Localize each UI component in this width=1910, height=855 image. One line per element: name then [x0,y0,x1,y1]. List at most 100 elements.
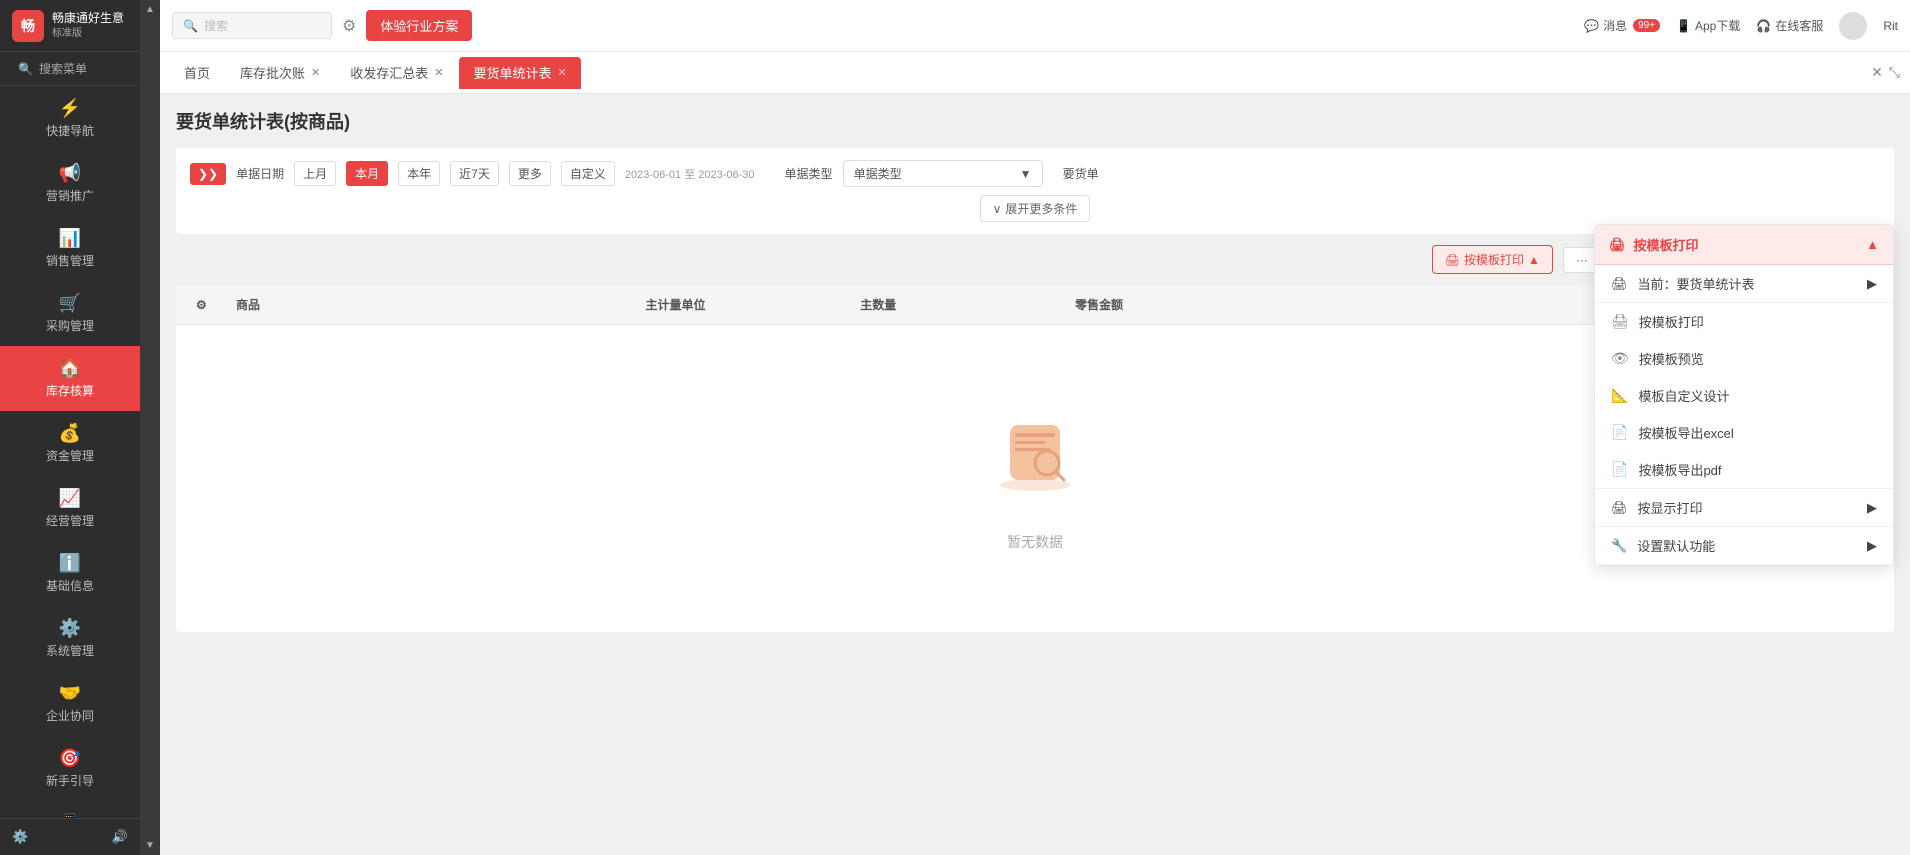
filter-row-1: ❯❯ 单据日期 上月 本月 本年 近7天 更多 自定义 2023-06-01 至… [190,160,1880,187]
dropdown-header: 🖨 按模板打印 ▲ [1595,225,1893,265]
tab-home[interactable]: 首页 [170,57,224,89]
dropdown-default-section: 🔧 设置默认功能 ▶ [1595,527,1893,565]
th-settings[interactable]: ⚙ [186,298,226,312]
dropdown-current-template[interactable]: 🖨 当前：要货单统计表 ▶ [1595,265,1893,302]
purchase-icon: 🛒 [59,293,81,314]
sidebar-item-sales[interactable]: 📊 销售管理 [0,216,140,281]
date-range: 2023-06-01 至 2023-06-30 [625,166,755,182]
tab-receipts-summary[interactable]: 收发存汇总表 ✕ [336,57,457,89]
guide-icon: 🎯 [59,748,81,769]
set-default-arrow: ▶ [1867,538,1877,554]
topbar-right: 💬 消息 99+ 📱 App下载 🎧 在线客服 Rit [1584,12,1898,40]
date-btn-current[interactable]: 本月 [346,161,388,186]
dropdown-item-template-excel[interactable]: 📄 按模板导出excel [1595,414,1893,451]
dropdown-item-template-print[interactable]: 🖨 按模板打印 [1595,303,1893,340]
template-custom-icon: 📐 [1611,387,1628,404]
dropdown-display-print[interactable]: 🖨 按显示打印 ▶ [1595,489,1893,526]
message-icon: 💬 [1584,19,1599,33]
no-data-illustration [985,405,1085,520]
sidebar-logo: 畅 畅康通好生意 标准版 [0,0,140,52]
sidebar-item-shortcut[interactable]: ⚡ 快捷导航 [0,86,140,151]
close-tab-receipts-summary[interactable]: ✕ [434,66,443,79]
tab-inventory-batch[interactable]: 库存批次账 ✕ [226,57,334,89]
sidebar-item-apps[interactable]: 📱 应用中心 [0,801,140,818]
sidebar-item-finance[interactable]: 💰 资金管理 [0,411,140,476]
service-icon: 🎧 [1756,19,1771,33]
dropdown-item-template-preview[interactable]: 👁 按模板预览 [1595,340,1893,377]
online-service-group[interactable]: 🎧 在线客服 [1756,17,1823,34]
close-window-btn[interactable]: ✕ [1871,64,1883,81]
date-btn-prev[interactable]: 上月 [294,161,336,186]
dropdown-item-template-pdf[interactable]: 📄 按模板导出pdf [1595,451,1893,488]
dropdown-display-section: 🖨 按显示打印 ▶ [1595,489,1893,527]
dropdown-items-section: 🖨 按模板打印 👁 按模板预览 📐 模板自定义设计 📄 按模板导出excel 📄 [1595,303,1893,489]
dropdown-set-default[interactable]: 🔧 设置默认功能 ▶ [1595,527,1893,564]
date-btn-week[interactable]: 近7天 [450,161,499,186]
shortcut-icon: ⚡ [59,98,81,119]
template-excel-icon: 📄 [1611,424,1628,441]
sidebar-item-purchase[interactable]: 🛒 采购管理 [0,281,140,346]
chevron-up-icon: ▲ [1528,253,1540,267]
template-preview-icon: 👁 [1611,350,1629,367]
avatar[interactable] [1839,12,1867,40]
filter-bar: ❯❯ 单据日期 上月 本月 本年 近7天 更多 自定义 2023-06-01 至… [176,148,1894,234]
dropdown-close-chevron[interactable]: ▲ [1866,237,1879,252]
print-dropdown: 🖨 按模板打印 ▲ 🖨 当前：要货单统计表 ▶ 🖨 [1594,224,1894,566]
finance-icon: 💰 [59,423,81,444]
scroll-up-arrow[interactable]: ▲ [145,4,155,15]
set-default-icon: 🔧 [1611,538,1627,554]
print-template-btn[interactable]: 🖨 按模板打印 ▲ [1432,245,1553,274]
content-area: 要货单统计表(按商品) ❯❯ 单据日期 上月 本月 本年 近7天 更多 自定义 … [160,94,1910,855]
app-icon: 📱 [1676,19,1691,33]
sidebar-item-operation[interactable]: 📈 经营管理 [0,476,140,541]
dropdown-print-icon: 🖨 [1609,237,1626,253]
sales-icon: 📊 [59,228,81,249]
close-tab-order-stats[interactable]: ✕ [558,66,567,79]
topbar-search-icon: 🔍 [183,19,198,33]
collapse-filter-btn[interactable]: ❯❯ [190,163,226,185]
dropdown-item-template-custom[interactable]: 📐 模板自定义设计 [1595,377,1893,414]
sound-icon[interactable]: 🔊 [112,829,128,845]
scroll-down-arrow[interactable]: ▼ [145,840,155,851]
settings-bottom-icon[interactable]: ⚙️ [12,829,28,845]
date-label: 单据日期 [236,165,284,182]
topbar-search[interactable]: 🔍 搜索 [172,12,332,39]
sidebar: 畅 畅康通好生意 标准版 🔍 搜索菜单 ⚡ 快捷导航 📢 营销推广 📊 销售管理… [0,0,140,855]
no-data-label: 暂无数据 [1007,532,1063,552]
date-btn-custom[interactable]: 自定义 [561,161,615,186]
tab-window-controls: ✕ ⤡ [1871,64,1900,81]
current-template-icon: 🖨 [1611,276,1628,292]
date-btn-year[interactable]: 本年 [398,161,440,186]
close-tab-inventory-batch[interactable]: ✕ [311,66,320,79]
topbar-gear-icon[interactable]: ⚙ [342,16,356,36]
print-icon: 🖨 [1445,253,1460,267]
tab-order-stats[interactable]: 要货单统计表 ✕ [459,57,580,89]
sidebar-bottom: ⚙️ 🔊 [0,818,140,855]
trial-button[interactable]: 体验行业方案 [366,10,472,41]
sidebar-item-guide[interactable]: 🎯 新手引导 [0,736,140,801]
system-icon: ⚙️ [59,618,81,639]
sidebar-search[interactable]: 🔍 搜索菜单 [0,52,140,86]
display-print-arrow: ▶ [1867,500,1877,516]
sidebar-item-enterprise[interactable]: 🤝 企业协同 [0,671,140,736]
date-btn-more[interactable]: 更多 [509,161,551,186]
sidebar-scroll: ▲ ▼ [140,0,160,855]
dropdown-current-section: 🖨 当前：要货单统计表 ▶ [1595,265,1893,303]
chevron-down-icon: ▼ [1020,167,1032,181]
search-icon: 🔍 [18,62,33,76]
type-select[interactable]: 单据类型 ▼ [843,160,1043,187]
sidebar-item-basic[interactable]: ℹ️ 基础信息 [0,541,140,606]
maximize-window-btn[interactable]: ⤡ [1889,64,1900,81]
topbar: 🔍 搜索 ⚙ 体验行业方案 💬 消息 99+ 📱 App下载 🎧 在线客服 Ri… [160,0,1910,52]
tabbar: 首页 库存批次账 ✕ 收发存汇总表 ✕ 要货单统计表 ✕ ✕ ⤡ [160,52,1910,94]
display-print-icon: 🖨 [1611,500,1628,516]
expand-filter-btn[interactable]: ∨ 展开更多条件 [980,195,1091,222]
app-download-group[interactable]: 📱 App下载 [1676,17,1740,34]
sidebar-item-inventory[interactable]: 🏠 库存核算 [0,346,140,411]
page-title: 要货单统计表(按商品) [176,108,1894,134]
sidebar-item-system[interactable]: ⚙️ 系统管理 [0,606,140,671]
message-group[interactable]: 💬 消息 99+ [1584,17,1660,34]
th-amount: 零售金额 [1065,296,1280,313]
username: Rit [1883,19,1898,33]
sidebar-item-marketing[interactable]: 📢 营销推广 [0,151,140,216]
